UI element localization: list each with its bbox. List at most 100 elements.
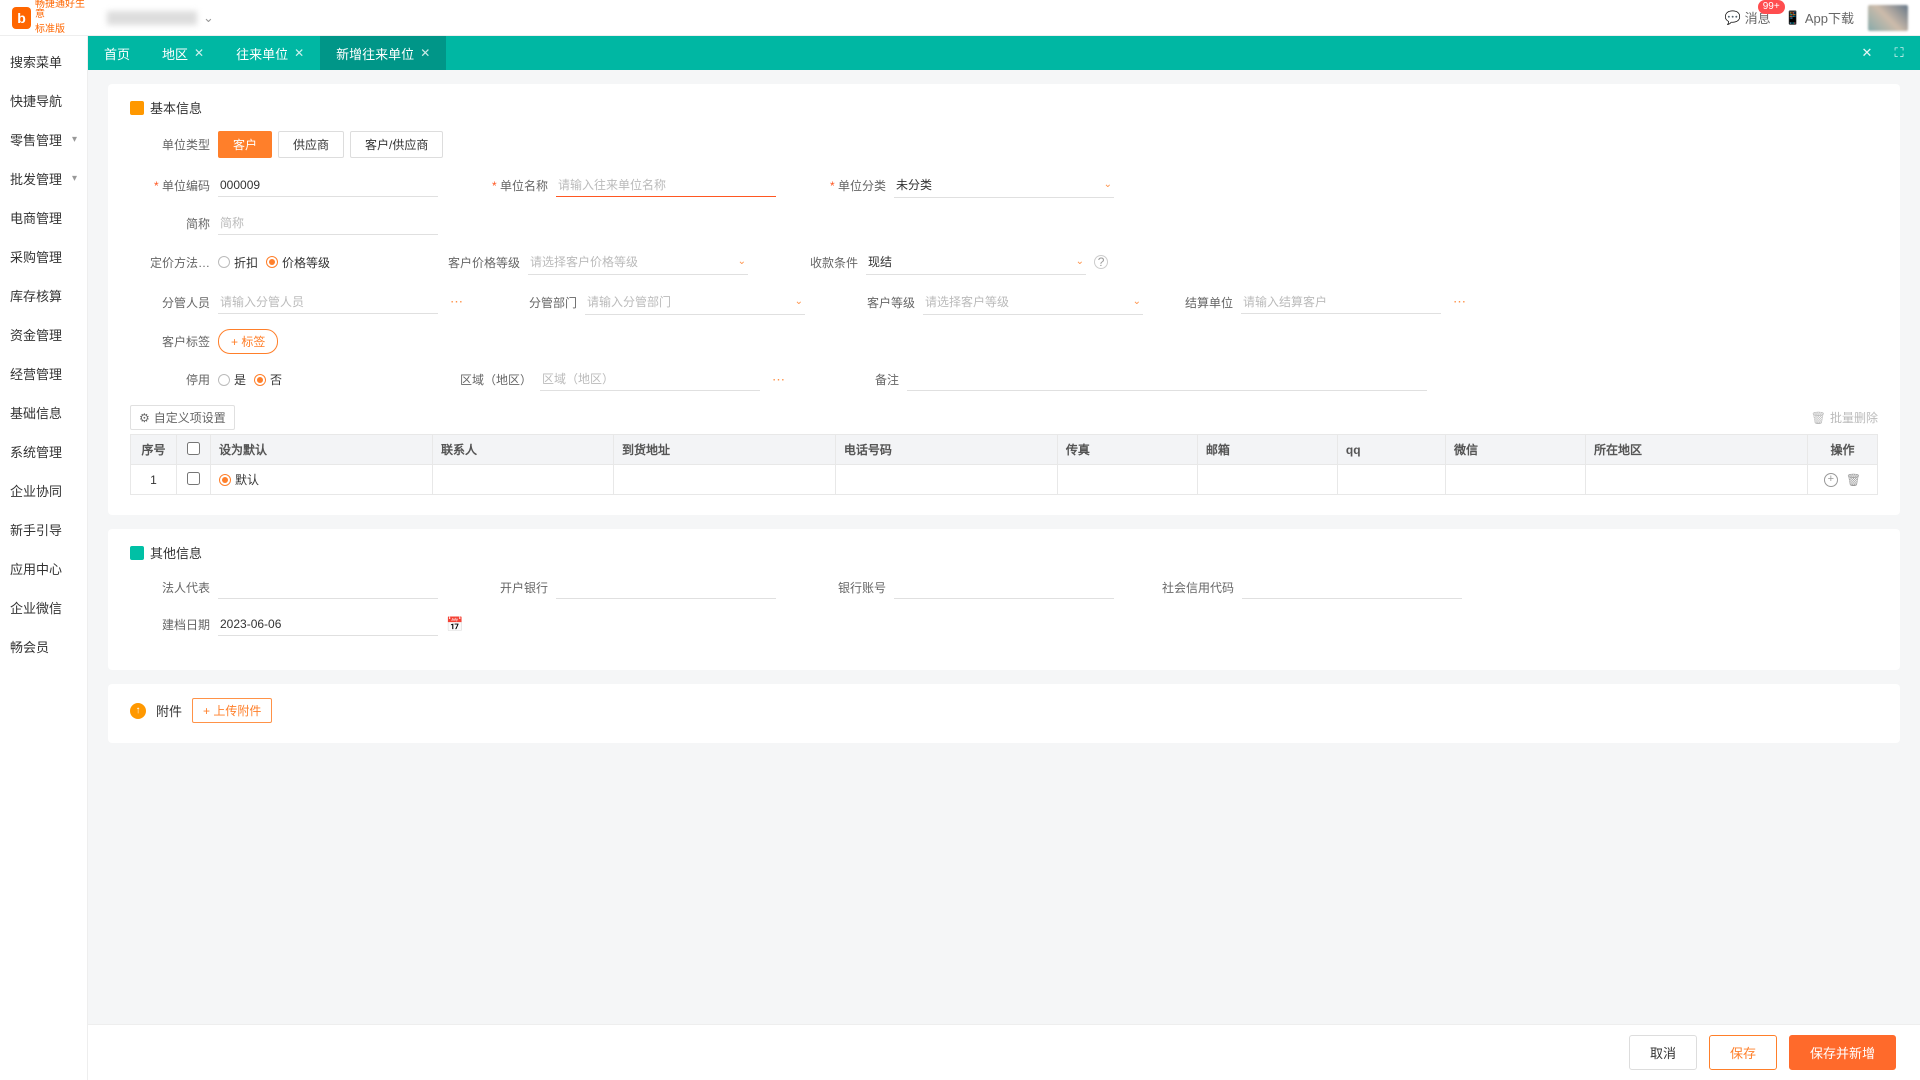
- add-row-button[interactable]: +: [1824, 473, 1838, 487]
- area-input[interactable]: [540, 368, 760, 391]
- col-header: [177, 435, 211, 465]
- bank-label: 开户银行: [468, 579, 548, 596]
- phone-icon: 📱: [1785, 10, 1801, 26]
- batch-delete-button[interactable]: 🗑批量删除: [1811, 409, 1878, 426]
- cell-region[interactable]: [1586, 465, 1808, 495]
- add-tag-button[interactable]: + 标签: [218, 329, 278, 354]
- settle-label: 结算单位: [1173, 294, 1233, 311]
- cell-address[interactable]: [613, 465, 835, 495]
- remark-label: 备注: [819, 371, 899, 388]
- cell-contact[interactable]: [432, 465, 613, 495]
- row-checkbox[interactable]: [187, 472, 200, 485]
- close-all-button[interactable]: ✕: [1856, 42, 1878, 64]
- unit-code-input[interactable]: [218, 174, 438, 197]
- select-all-checkbox[interactable]: [187, 442, 200, 455]
- tab[interactable]: 往来单位✕: [220, 36, 320, 70]
- attach-icon: ↑: [130, 703, 146, 719]
- pay-cond-select[interactable]: 现结⌄: [866, 249, 1086, 275]
- disabled-no-radio[interactable]: 否: [254, 371, 282, 388]
- calendar-icon[interactable]: 📅: [446, 616, 463, 633]
- disabled-yes-radio[interactable]: 是: [218, 371, 246, 388]
- dept-select[interactable]: 请输入分管部门⌄: [585, 289, 805, 315]
- area-more-icon[interactable]: ⋯: [768, 372, 789, 388]
- close-icon[interactable]: ✕: [294, 46, 304, 60]
- custom-fields-button[interactable]: ⚙自定义项设置: [130, 405, 235, 430]
- chevron-down-icon: ⌄: [1076, 256, 1084, 267]
- sidebar-item[interactable]: 批发管理▾: [0, 159, 87, 198]
- sidebar-item[interactable]: 资金管理: [0, 315, 87, 354]
- col-header: 序号: [131, 435, 177, 465]
- app-download-button[interactable]: 📱 App下载: [1785, 8, 1854, 27]
- short-name-input[interactable]: [218, 212, 438, 235]
- chat-icon: 💬: [1724, 10, 1740, 26]
- manager-input[interactable]: [218, 291, 438, 314]
- upload-attach-button[interactable]: + 上传附件: [192, 698, 272, 723]
- col-header: qq: [1337, 435, 1445, 465]
- col-header: 操作: [1808, 435, 1878, 465]
- remark-input[interactable]: [907, 368, 1427, 391]
- sidebar-item[interactable]: 基础信息: [0, 393, 87, 432]
- pricing-discount-radio[interactable]: 折扣: [218, 254, 258, 271]
- settle-more-icon[interactable]: ⋯: [1449, 294, 1470, 310]
- close-icon[interactable]: ✕: [194, 46, 204, 60]
- sidebar-item[interactable]: 畅会员: [0, 627, 87, 666]
- cancel-button[interactable]: 取消: [1629, 1035, 1697, 1070]
- attach-label: 附件: [156, 701, 182, 720]
- create-date-input[interactable]: [218, 613, 438, 636]
- cell-wechat[interactable]: [1445, 465, 1585, 495]
- legal-input[interactable]: [218, 576, 438, 599]
- tab[interactable]: 新增往来单位✕: [320, 36, 446, 70]
- sidebar-item[interactable]: 经营管理: [0, 354, 87, 393]
- section-icon: [130, 546, 144, 560]
- bank-input[interactable]: [556, 576, 776, 599]
- unit-type-option[interactable]: 客户: [218, 131, 272, 158]
- fullscreen-button[interactable]: ⛶: [1888, 42, 1910, 64]
- save-and-new-button[interactable]: 保存并新增: [1789, 1035, 1896, 1070]
- unit-type-option[interactable]: 供应商: [278, 131, 344, 158]
- sidebar-item[interactable]: 快捷导航: [0, 81, 87, 120]
- delete-row-button[interactable]: 🗑: [1846, 473, 1861, 487]
- tab[interactable]: 首页: [88, 36, 146, 70]
- credit-input[interactable]: [1242, 576, 1462, 599]
- sidebar-item[interactable]: 系统管理: [0, 432, 87, 471]
- sidebar-item[interactable]: 电商管理: [0, 198, 87, 237]
- chevron-down-icon: ⌄: [1104, 179, 1112, 190]
- cell-qq[interactable]: [1337, 465, 1445, 495]
- unit-type-option[interactable]: 客户/供应商: [350, 131, 443, 158]
- col-header: 电话号码: [835, 435, 1057, 465]
- tab[interactable]: 地区✕: [146, 36, 220, 70]
- cell-email[interactable]: [1197, 465, 1337, 495]
- chevron-down-icon: ⌄: [738, 256, 746, 267]
- col-header: 所在地区: [1586, 435, 1808, 465]
- sidebar-item[interactable]: 企业微信: [0, 588, 87, 627]
- settle-input[interactable]: [1241, 291, 1441, 314]
- sidebar-item[interactable]: 新手引导: [0, 510, 87, 549]
- messages-button[interactable]: 💬 消息 99+: [1724, 8, 1770, 27]
- account-input[interactable]: [894, 576, 1114, 599]
- manager-more-icon[interactable]: ⋯: [446, 294, 467, 310]
- avatar[interactable]: [1868, 5, 1908, 31]
- unit-type-label: 单位类型: [130, 136, 210, 153]
- pricing-level-radio[interactable]: 价格等级: [266, 254, 330, 271]
- sidebar-item[interactable]: 采购管理: [0, 237, 87, 276]
- col-header: 设为默认: [211, 435, 433, 465]
- sidebar-item[interactable]: 应用中心: [0, 549, 87, 588]
- cust-level-select[interactable]: 请选择客户等级⌄: [923, 289, 1143, 315]
- close-icon[interactable]: ✕: [420, 46, 430, 60]
- help-icon[interactable]: ?: [1094, 255, 1108, 269]
- price-level-select[interactable]: 请选择客户价格等级⌄: [528, 249, 748, 275]
- sidebar-item[interactable]: 企业协同: [0, 471, 87, 510]
- save-button[interactable]: 保存: [1709, 1035, 1777, 1070]
- pay-cond-label: 收款条件: [778, 254, 858, 271]
- dept-label: 分管部门: [497, 294, 577, 311]
- sidebar-item[interactable]: 零售管理▾: [0, 120, 87, 159]
- cell-fax[interactable]: [1057, 465, 1197, 495]
- sidebar-item[interactable]: 搜索菜单: [0, 42, 87, 81]
- cell-phone[interactable]: [835, 465, 1057, 495]
- org-dropdown[interactable]: ⌄: [107, 10, 214, 26]
- unit-code-label: 单位编码: [130, 177, 210, 194]
- row-default-radio[interactable]: 默认: [219, 471, 424, 488]
- sidebar-item[interactable]: 库存核算: [0, 276, 87, 315]
- unit-class-select[interactable]: 未分类⌄: [894, 172, 1114, 198]
- unit-name-input[interactable]: [556, 174, 776, 197]
